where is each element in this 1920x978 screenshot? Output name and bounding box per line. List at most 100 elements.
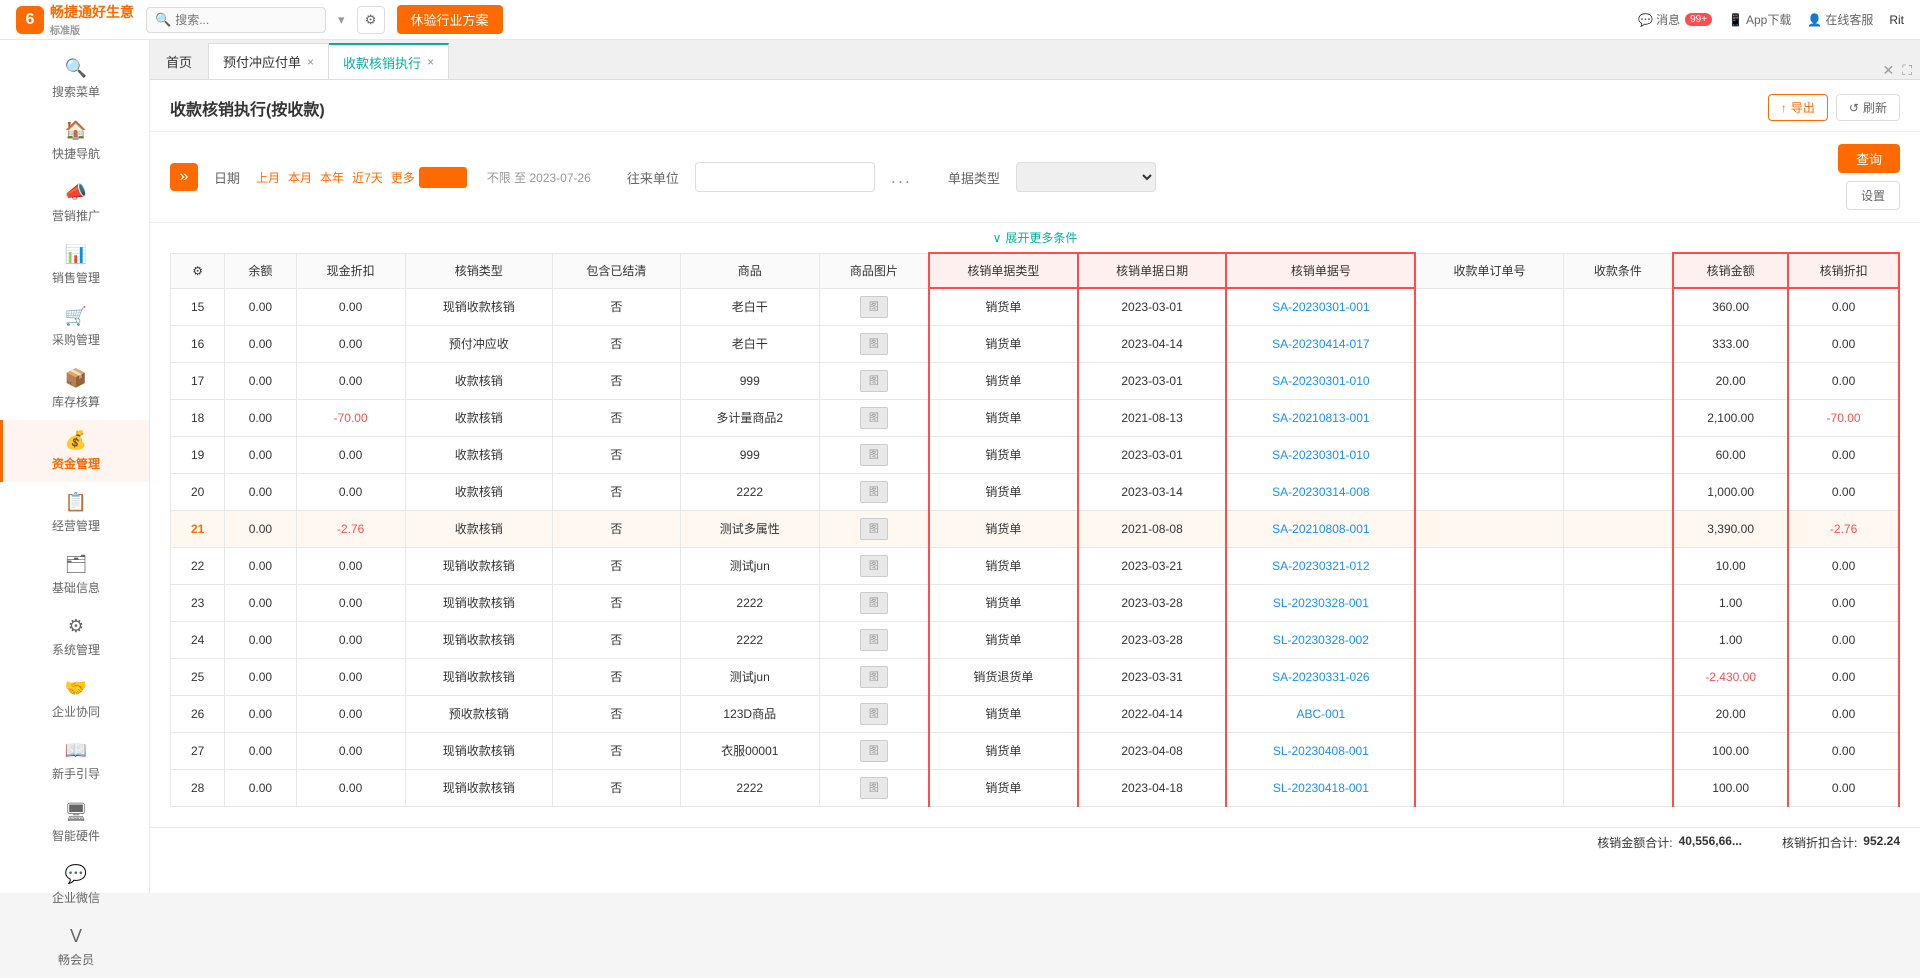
cell-verify-discount: 0.00 bbox=[1788, 362, 1899, 399]
table-row: 19 0.00 0.00 收款核销 否 999 图 销货单 2023-03-01… bbox=[171, 436, 1900, 473]
cell-balance: 0.00 bbox=[225, 732, 296, 769]
col-header-settings[interactable]: ⚙ bbox=[171, 253, 225, 288]
filter-toggle-button[interactable]: » bbox=[170, 163, 198, 191]
product-img-thumb: 图 bbox=[860, 518, 888, 540]
sidebar-item-system[interactable]: ⚙ 系统管理 bbox=[0, 606, 149, 668]
cell-verify-bill-no[interactable]: SA-20230321-012 bbox=[1226, 547, 1415, 584]
online-service-button[interactable]: 👤 在线客服 bbox=[1807, 11, 1873, 28]
verify-bill-no-link[interactable]: SA-20230414-017 bbox=[1272, 337, 1369, 351]
cell-verify-amount: 100.00 bbox=[1673, 732, 1788, 769]
sidebar-item-sales[interactable]: 📊 销售管理 bbox=[0, 234, 149, 296]
cell-verify-bill-type: 销货单 bbox=[929, 547, 1078, 584]
verify-bill-no-link[interactable]: SA-20230331-026 bbox=[1272, 670, 1369, 684]
setting-button[interactable]: 设置 bbox=[1846, 181, 1900, 210]
cell-verify-discount: 0.00 bbox=[1788, 658, 1899, 695]
verify-bill-no-link[interactable]: ABC-001 bbox=[1297, 707, 1346, 721]
tab-collection-close-icon[interactable]: × bbox=[427, 55, 434, 69]
verify-bill-no-link[interactable]: SA-20230301-001 bbox=[1272, 300, 1369, 314]
date-last-month[interactable]: 上月 bbox=[256, 169, 280, 186]
top-search-bar[interactable]: 🔍 bbox=[146, 7, 326, 33]
sidebar-item-member[interactable]: V 畅会员 bbox=[0, 916, 149, 978]
expand-more-button[interactable]: ∨ 展开更多条件 bbox=[993, 229, 1078, 246]
date-custom-button[interactable]: 自定义 bbox=[419, 167, 467, 188]
cell-cash-discount: 0.00 bbox=[296, 288, 405, 325]
cell-verify-bill-no[interactable]: SA-20230414-017 bbox=[1226, 325, 1415, 362]
cell-verify-bill-no[interactable]: SA-20210808-001 bbox=[1226, 510, 1415, 547]
cell-verify-bill-no[interactable]: SA-20230301-010 bbox=[1226, 436, 1415, 473]
verify-bill-no-link[interactable]: SL-20230328-001 bbox=[1273, 596, 1369, 610]
sidebar-item-guide[interactable]: 📖 新手引导 bbox=[0, 730, 149, 792]
verify-bill-no-link[interactable]: SA-20230301-010 bbox=[1272, 448, 1369, 462]
sidebar-item-operations[interactable]: 📋 经营管理 bbox=[0, 482, 149, 544]
cell-verify-bill-no[interactable]: ABC-001 bbox=[1226, 695, 1415, 732]
tab-collection[interactable]: 收款核销执行 × bbox=[329, 43, 449, 79]
verify-bill-no-link[interactable]: SL-20230328-002 bbox=[1273, 633, 1369, 647]
cell-verify-bill-no[interactable]: SL-20230418-001 bbox=[1226, 769, 1415, 806]
cell-verify-discount: -70.00 bbox=[1788, 399, 1899, 436]
sidebar-item-marketing[interactable]: 📣 营销推广 bbox=[0, 172, 149, 234]
cell-verify-amount: -2,430.00 bbox=[1673, 658, 1788, 695]
total-amount-item: 核销金额合计: 40,556,66... bbox=[1597, 834, 1742, 851]
cell-verify-bill-no[interactable]: SL-20230328-001 bbox=[1226, 584, 1415, 621]
sidebar-item-wechat[interactable]: 💬 企业微信 bbox=[0, 854, 149, 916]
cell-verify-bill-no[interactable]: SL-20230408-001 bbox=[1226, 732, 1415, 769]
cell-verify-bill-no[interactable]: SL-20230328-002 bbox=[1226, 621, 1415, 658]
cell-product: 老白干 bbox=[680, 288, 819, 325]
tab-fullscreen-icon[interactable]: ⛶ bbox=[1902, 62, 1912, 79]
settings-gear-button[interactable]: ⚙ bbox=[357, 6, 385, 34]
tab-home[interactable]: 首页 bbox=[150, 43, 209, 79]
cell-verify-bill-no[interactable]: SA-20230301-001 bbox=[1226, 288, 1415, 325]
tab-bar-actions: ✕ ⛶ bbox=[1882, 62, 1920, 79]
search-input[interactable] bbox=[175, 13, 317, 27]
table-row: 25 0.00 0.00 现销收款核销 否 测试jun 图 销货退货单 2023… bbox=[171, 658, 1900, 695]
sidebar-item-inventory[interactable]: 📦 库存核算 bbox=[0, 358, 149, 420]
sidebar-item-hardware[interactable]: 🖥 智能硬件 bbox=[0, 792, 149, 854]
partner-input[interactable] bbox=[695, 162, 875, 192]
cell-verify-type: 现销收款核销 bbox=[405, 732, 552, 769]
industry-solution-button[interactable]: 休验行业方案 bbox=[397, 5, 503, 34]
sidebar-item-finance[interactable]: 💰 资金管理 bbox=[0, 420, 149, 482]
cell-no: 18 bbox=[171, 399, 225, 436]
dropdown-chevron-icon[interactable]: ▾ bbox=[338, 12, 345, 28]
cell-product: 老白干 bbox=[680, 325, 819, 362]
date-7days[interactable]: 近7天 bbox=[352, 169, 383, 186]
cell-verify-bill-no[interactable]: SA-20230314-008 bbox=[1226, 473, 1415, 510]
verify-bill-no-link[interactable]: SL-20230408-001 bbox=[1273, 744, 1369, 758]
cell-verify-bill-no[interactable]: SA-20230301-010 bbox=[1226, 362, 1415, 399]
cell-verify-bill-no[interactable]: SA-20230331-026 bbox=[1226, 658, 1415, 695]
date-this-month[interactable]: 本月 bbox=[288, 169, 312, 186]
column-settings-icon[interactable]: ⚙ bbox=[192, 264, 203, 278]
verify-bill-no-link[interactable]: SA-20230321-012 bbox=[1272, 559, 1369, 573]
sidebar-item-basic[interactable]: 🗂 基础信息 bbox=[0, 544, 149, 606]
partner-dots[interactable]: ... bbox=[891, 167, 912, 188]
sidebar-item-quicknav[interactable]: 🏠 快捷导航 bbox=[0, 110, 149, 172]
verify-bill-no-link[interactable]: SL-20230418-001 bbox=[1273, 781, 1369, 795]
query-button[interactable]: 查询 bbox=[1838, 144, 1900, 173]
cell-product: 2222 bbox=[680, 621, 819, 658]
table-header: ⚙ 余额 现金折扣 核销类型 包含已结清 商品 商品图片 核销单据类型 核销单据… bbox=[171, 253, 1900, 288]
tab-prepay-close-icon[interactable]: × bbox=[307, 55, 314, 69]
cell-verify-bill-date: 2021-08-08 bbox=[1078, 510, 1227, 547]
verify-bill-no-link[interactable]: SA-20230314-008 bbox=[1272, 485, 1369, 499]
message-badge: 99+ bbox=[1685, 13, 1712, 26]
cell-verify-bill-type: 销货单 bbox=[929, 510, 1078, 547]
date-this-year[interactable]: 本年 bbox=[320, 169, 344, 186]
sidebar-item-enterprise[interactable]: 🤝 企业协同 bbox=[0, 668, 149, 730]
cell-product-img: 图 bbox=[819, 584, 929, 621]
date-more[interactable]: 更多 bbox=[391, 169, 415, 186]
refresh-button[interactable]: ↺ 刷新 bbox=[1836, 94, 1900, 121]
cell-product: 衣服00001 bbox=[680, 732, 819, 769]
single-type-select[interactable] bbox=[1016, 162, 1156, 192]
cell-product: 999 bbox=[680, 362, 819, 399]
sidebar-item-purchase[interactable]: 🛒 采购管理 bbox=[0, 296, 149, 358]
tab-prepay[interactable]: 预付冲应付单 × bbox=[209, 43, 329, 79]
tab-close-all-icon[interactable]: ✕ bbox=[1882, 62, 1894, 79]
verify-bill-no-link[interactable]: SA-20210813-001 bbox=[1272, 411, 1369, 425]
export-button[interactable]: ↑ 导出 bbox=[1768, 94, 1828, 121]
verify-bill-no-link[interactable]: SA-20210808-001 bbox=[1272, 522, 1369, 536]
sidebar-item-search[interactable]: 🔍 搜索菜单 bbox=[0, 48, 149, 110]
messages-button[interactable]: 💬 消息 99+ bbox=[1638, 11, 1712, 28]
app-download-button[interactable]: 📱 App下载 bbox=[1728, 11, 1791, 28]
verify-bill-no-link[interactable]: SA-20230301-010 bbox=[1272, 374, 1369, 388]
cell-verify-bill-no[interactable]: SA-20210813-001 bbox=[1226, 399, 1415, 436]
